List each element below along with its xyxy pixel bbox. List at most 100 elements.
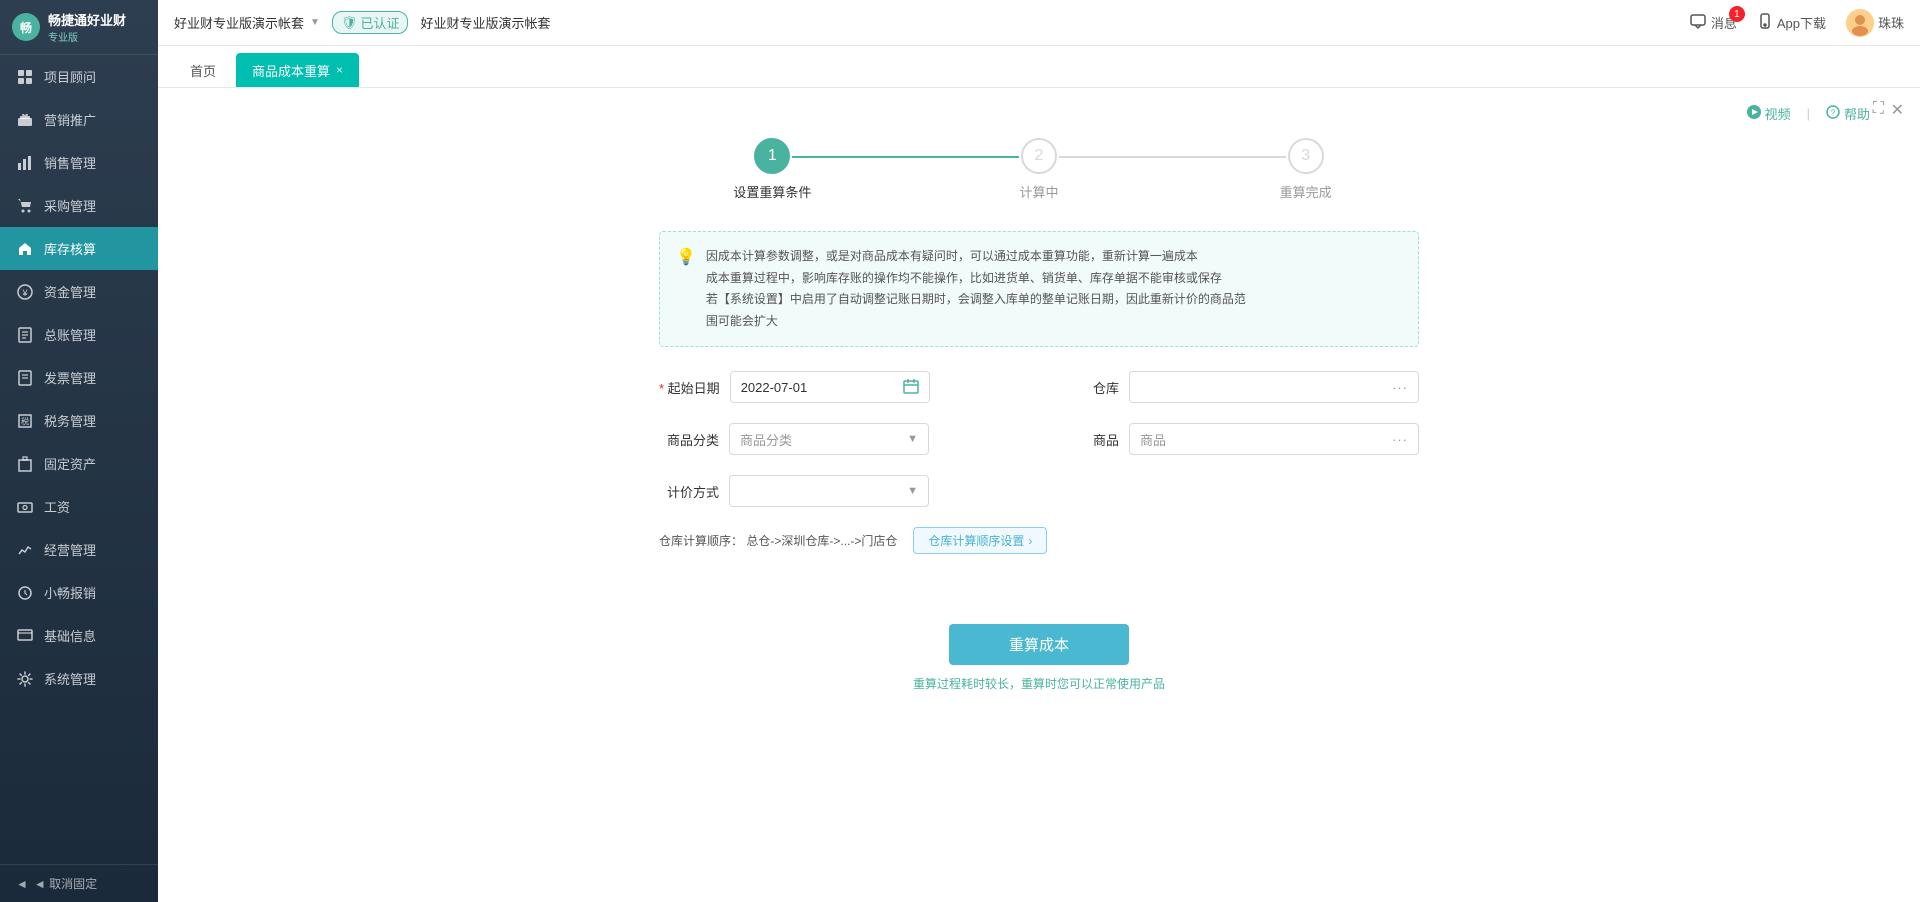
sidebar-item-sales[interactable]: 销售管理 <box>0 141 158 184</box>
cart-icon <box>16 197 34 215</box>
pin-icon: ◄ <box>16 877 28 891</box>
steps-indicator: 1 设置重算条件 2 计算中 3 重算完成 <box>639 108 1439 221</box>
video-link[interactable]: 视频 <box>1747 104 1791 123</box>
sidebar-item-basic[interactable]: 基础信息 <box>0 614 158 657</box>
price-method-select[interactable]: ▼ <box>729 475 929 507</box>
form-row-1: 起始日期 2022-07-01 仓库 <box>659 371 1419 403</box>
logo-icon: 畅 <box>12 13 40 41</box>
warehouse-order-row: 仓库计算顺序： 总仓->深圳仓库->...->门店仓 仓库计算顺序设置 › <box>659 527 1419 554</box>
chevron-down-icon: ▼ <box>907 433 918 445</box>
form-col-category: 商品分类 商品分类 ▼ <box>659 423 1019 455</box>
shield-icon: 🛡 <box>341 15 358 31</box>
form-row-3: 计价方式 ▼ <box>659 475 1419 507</box>
form-col-warehouse: 仓库 ··· <box>1059 371 1419 403</box>
info-text: 因成本计算参数调整，或是对商品成本有疑问时，可以通过成本重算功能，重新计算一遍成… <box>706 246 1246 332</box>
project-icon <box>16 68 34 86</box>
topbar: 好业财专业版演示帐套 ▼ 🛡 已认证 好业财专业版演示帐套 消息 1 App下载 <box>158 0 1920 46</box>
dots-icon: ··· <box>1392 380 1408 395</box>
step-1-line <box>792 156 1019 158</box>
start-date-input[interactable]: 2022-07-01 <box>730 371 930 403</box>
warehouse-order-label: 仓库计算顺序： 总仓->深圳仓库->...->门店仓 <box>659 532 897 549</box>
step-2-circle: 2 <box>1021 138 1057 174</box>
submit-hint: 重算过程耗时较长，重算时您可以正常使用产品 <box>188 675 1890 692</box>
sidebar-item-salary[interactable]: 工资 <box>0 485 158 528</box>
svg-text:?: ? <box>1831 109 1836 118</box>
help-icon: ? <box>1826 105 1840 122</box>
topbar-right: 消息 1 App下载 珠珠 <box>1689 9 1904 37</box>
step-3-circle: 3 <box>1288 138 1324 174</box>
logo-text: 畅捷通好业财 专业版 <box>48 10 126 44</box>
help-link[interactable]: ? 帮助 <box>1826 104 1870 123</box>
sidebar-item-purchase[interactable]: 采购管理 <box>0 184 158 227</box>
form-row-2: 商品分类 商品分类 ▼ 商品 商品 ··· <box>659 423 1419 455</box>
message-button[interactable]: 消息 1 <box>1689 12 1737 33</box>
step-2: 2 计算中 <box>906 138 1173 201</box>
ledger-icon <box>16 326 34 344</box>
verified-badge: 🛡 已认证 <box>332 11 409 34</box>
salary-icon <box>16 498 34 516</box>
gear-icon <box>16 670 34 688</box>
account-chevron-icon: ▼ <box>310 17 320 28</box>
tab-home[interactable]: 首页 <box>174 53 232 87</box>
tab-close-icon[interactable]: × <box>336 63 343 77</box>
tax-icon: 税 <box>16 412 34 430</box>
account-selector[interactable]: 好业财专业版演示帐套 ▼ <box>174 13 320 32</box>
step-2-line <box>1059 156 1286 158</box>
form-col-product: 商品 商品 ··· <box>1059 423 1419 455</box>
form-col-price-method: 计价方式 ▼ <box>659 475 1419 507</box>
sidebar-item-inventory[interactable]: 库存核算 <box>0 227 158 270</box>
warehouse-label: 仓库 <box>1059 378 1129 397</box>
close-button[interactable]: ✕ <box>1891 100 1904 120</box>
price-chevron-down-icon: ▼ <box>907 485 918 497</box>
message-icon <box>1689 12 1707 33</box>
calendar-icon[interactable] <box>903 378 919 397</box>
sidebar-item-operation[interactable]: 经营管理 <box>0 528 158 571</box>
step-1: 1 设置重算条件 <box>639 138 906 201</box>
svg-text:税: 税 <box>21 416 29 426</box>
invoice-icon <box>16 369 34 387</box>
play-icon <box>1747 105 1761 122</box>
sidebar-item-expense[interactable]: 小畅报销 <box>0 571 158 614</box>
product-dots-icon: ··· <box>1392 432 1408 447</box>
app-download-button[interactable]: App下载 <box>1757 13 1826 32</box>
building-icon <box>16 455 34 473</box>
avatar <box>1846 9 1874 37</box>
sidebar-nav: 项目顾问 营销推广 销售管理 采购管理 库存核算 <box>0 55 158 864</box>
product-input[interactable]: 商品 ··· <box>1129 423 1419 455</box>
info-box: 💡 因成本计算参数调整，或是对商品成本有疑问时，可以通过成本重算功能，重新计算一… <box>659 231 1419 347</box>
start-date-label: 起始日期 <box>659 378 730 397</box>
warehouse-order-settings-button[interactable]: 仓库计算顺序设置 › <box>913 527 1047 554</box>
sidebar-item-project[interactable]: 项目顾问 <box>0 55 158 98</box>
sidebar-item-asset[interactable]: 固定资产 <box>0 442 158 485</box>
sidebar-logo: 畅 畅捷通好业财 专业版 <box>0 0 158 55</box>
product-label: 商品 <box>1059 430 1129 449</box>
sidebar-item-accounting[interactable]: 总账管理 <box>0 313 158 356</box>
step-1-circle: 1 <box>754 138 790 174</box>
category-select[interactable]: 商品分类 ▼ <box>729 423 929 455</box>
phone-icon <box>1757 13 1773 32</box>
category-label: 商品分类 <box>659 430 729 449</box>
sidebar-item-finance[interactable]: ¥ 资金管理 <box>0 270 158 313</box>
home-icon <box>16 240 34 258</box>
expand-button[interactable]: ⛶ <box>1873 100 1884 118</box>
svg-text:¥: ¥ <box>21 288 28 298</box>
expense-icon <box>16 584 34 602</box>
money-icon: ¥ <box>16 283 34 301</box>
chart-icon <box>16 154 34 172</box>
tab-cost-recalc[interactable]: 商品成本重算 × <box>236 53 359 87</box>
sidebar-item-marketing[interactable]: 营销推广 <box>0 98 158 141</box>
step-3: 3 重算完成 <box>1172 138 1439 201</box>
basic-icon <box>16 627 34 645</box>
sidebar-item-tax[interactable]: 税 税务管理 <box>0 399 158 442</box>
form-section: 起始日期 2022-07-01 仓库 <box>659 371 1419 594</box>
form-col-date: 起始日期 2022-07-01 <box>659 371 1019 403</box>
price-method-label: 计价方式 <box>659 482 729 501</box>
warehouse-input[interactable]: ··· <box>1129 371 1419 403</box>
submit-button[interactable]: 重算成本 <box>949 624 1129 665</box>
sidebar-item-system[interactable]: 系统管理 <box>0 657 158 700</box>
sidebar-pin-toggle[interactable]: ◄ ◄ 取消固定 <box>0 864 158 902</box>
submit-area: 重算成本 重算过程耗时较长，重算时您可以正常使用产品 <box>188 624 1890 692</box>
user-avatar-button[interactable]: 珠珠 <box>1846 9 1904 37</box>
info-icon: 💡 <box>676 247 696 267</box>
sidebar-item-invoice[interactable]: 发票管理 <box>0 356 158 399</box>
